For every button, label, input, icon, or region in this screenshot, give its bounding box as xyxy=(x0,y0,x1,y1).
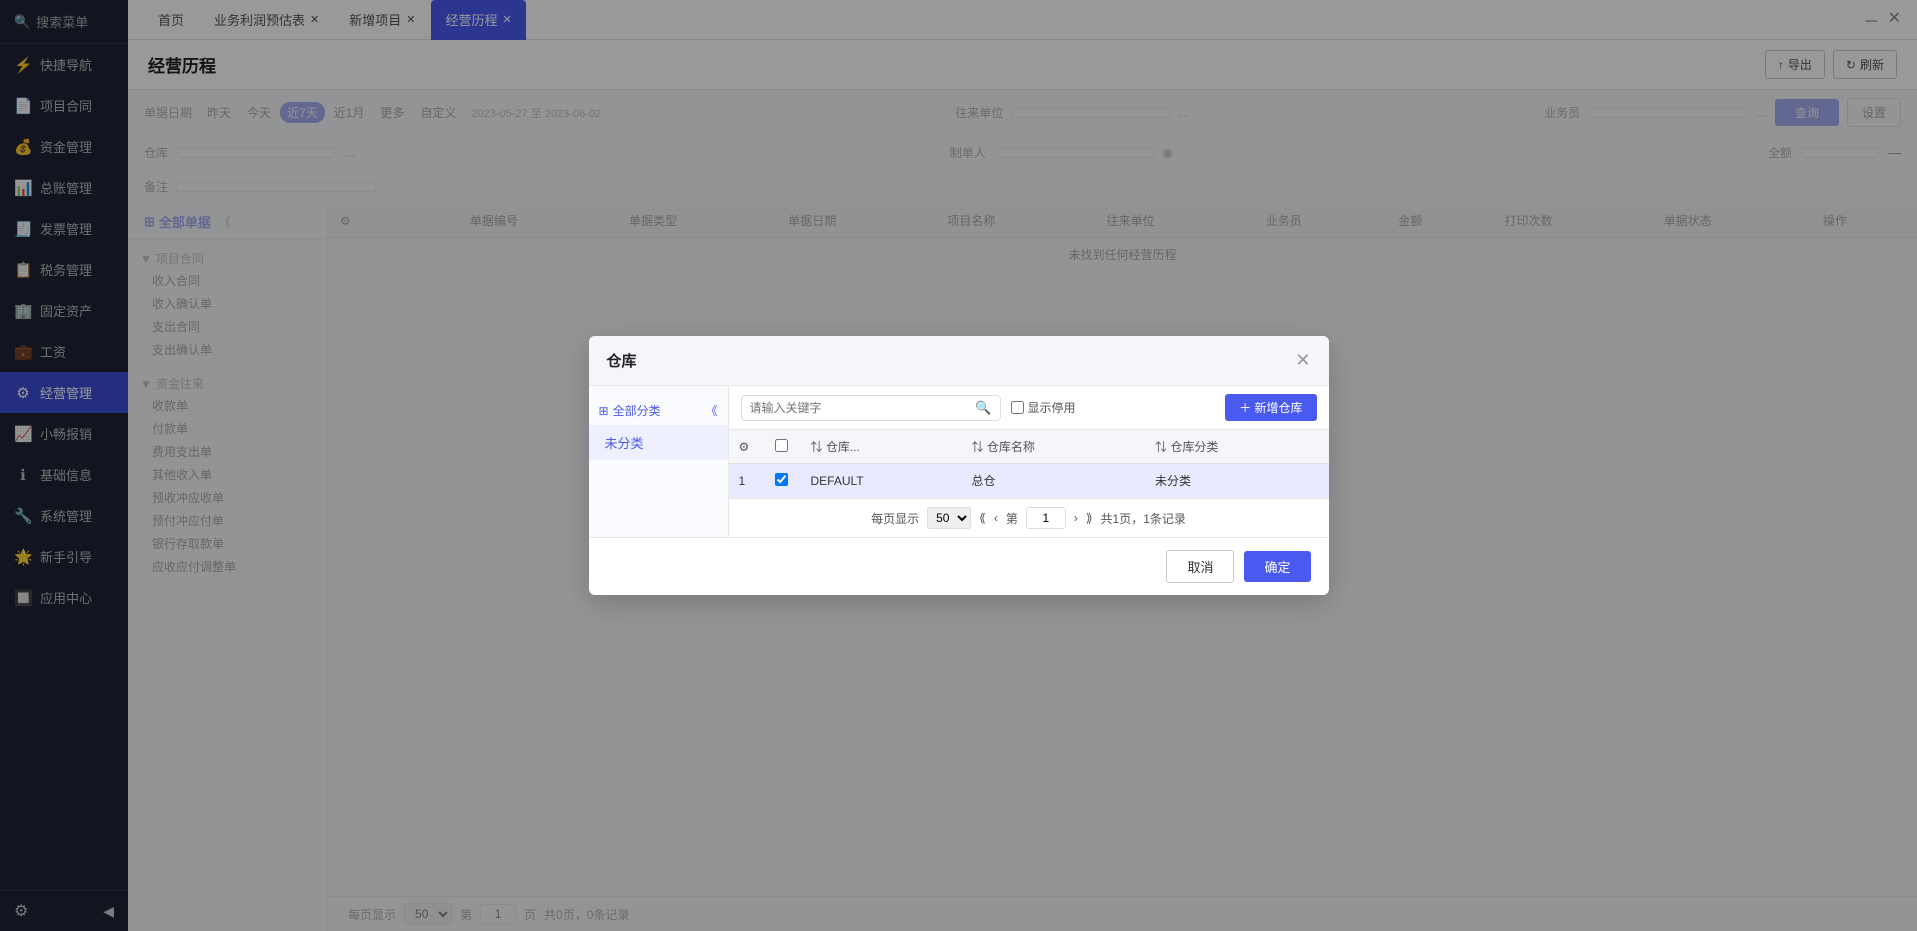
modal-pagination: 每页显示 50 ⟪ ‹ 第 › ⟫ 共1页，1条记录 xyxy=(729,498,1329,537)
modal-close-btn[interactable]: ✕ xyxy=(1295,350,1310,371)
modal-th-settings: ⚙ xyxy=(729,430,765,464)
modal-header: 仓库 ✕ xyxy=(589,336,1329,386)
modal-table-area: ⚙ ⇅ 仓库... ⇅ xyxy=(729,430,1329,498)
row-name: 总仓 xyxy=(961,464,1145,498)
confirm-button[interactable]: 确定 xyxy=(1244,551,1310,582)
warehouse-modal: 仓库 ✕ ⊞ 全部分类 《 未分类 xyxy=(589,336,1329,595)
modal-search-box[interactable]: 🔍 xyxy=(741,395,1001,421)
modal-search-input[interactable] xyxy=(750,401,972,415)
modal-page-input[interactable] xyxy=(1026,507,1066,529)
modal-page-label: 第 xyxy=(1006,510,1018,527)
modal-uncategorized-item[interactable]: 未分类 xyxy=(589,425,728,460)
sort-icon-cat: ⇅ xyxy=(1155,440,1167,454)
modal-th-code: ⇅ 仓库... xyxy=(801,430,962,464)
modal-table: ⚙ ⇅ 仓库... ⇅ xyxy=(729,430,1329,498)
modal-select-all[interactable] xyxy=(775,439,788,452)
all-categories-label: 全部分类 xyxy=(613,402,661,419)
modal-overlay: 仓库 ✕ ⊞ 全部分类 《 未分类 xyxy=(0,0,1917,931)
modal-sidebar: ⊞ 全部分类 《 未分类 xyxy=(589,386,729,537)
add-warehouse-btn[interactable]: ＋ 新增仓库 xyxy=(1225,394,1316,421)
grid-small-icon: ⊞ xyxy=(599,404,609,418)
modal-th-name: ⇅ 仓库名称 xyxy=(961,430,1145,464)
cancel-button[interactable]: 取消 xyxy=(1166,550,1234,583)
show-disabled-checkbox[interactable] xyxy=(1011,401,1024,414)
sort-icon: ⇅ xyxy=(811,440,823,454)
modal-toolbar: 🔍 显示停用 ＋ 新增仓库 xyxy=(729,386,1329,430)
modal-th-checkbox xyxy=(765,430,801,464)
uncategorized-label: 未分类 xyxy=(605,433,644,452)
modal-search-icon: 🔍 xyxy=(975,400,991,416)
row-checkbox[interactable] xyxy=(765,464,801,498)
modal-last-btn[interactable]: ⟫ xyxy=(1086,511,1093,525)
modal-per-page-select[interactable]: 50 xyxy=(927,507,971,529)
modal-table-header: ⚙ ⇅ 仓库... ⇅ xyxy=(729,430,1329,464)
modal-per-page-label: 每页显示 xyxy=(871,510,919,527)
row-num: 1 xyxy=(729,464,765,498)
row-code: DEFAULT xyxy=(801,464,962,498)
modal-title: 仓库 xyxy=(607,350,637,371)
modal-th-category: ⇅ 仓库分类 xyxy=(1145,430,1329,464)
modal-first-btn[interactable]: ⟪ xyxy=(979,511,986,525)
modal-toggle-icon[interactable]: 《 xyxy=(705,402,717,419)
row-category: 未分类 xyxy=(1145,464,1329,498)
modal-body: ⊞ 全部分类 《 未分类 🔍 xyxy=(589,386,1329,537)
modal-next-btn[interactable]: › xyxy=(1074,511,1078,525)
modal-table-row[interactable]: 1 DEFAULT 总仓 未分类 xyxy=(729,464,1329,498)
modal-total-info: 共1页，1条记录 xyxy=(1101,510,1186,527)
modal-sidebar-toggle[interactable]: ⊞ 全部分类 《 xyxy=(589,396,728,425)
show-disabled-label[interactable]: 显示停用 xyxy=(1011,399,1076,416)
modal-table-body: 1 DEFAULT 总仓 未分类 xyxy=(729,464,1329,498)
sort-icon-name: ⇅ xyxy=(971,440,983,454)
modal-actions: 取消 确定 xyxy=(589,537,1329,595)
settings-icon[interactable]: ⚙ xyxy=(739,440,750,454)
modal-main: 🔍 显示停用 ＋ 新增仓库 ⚙ xyxy=(729,386,1329,537)
modal-prev-btn[interactable]: ‹ xyxy=(994,511,998,525)
